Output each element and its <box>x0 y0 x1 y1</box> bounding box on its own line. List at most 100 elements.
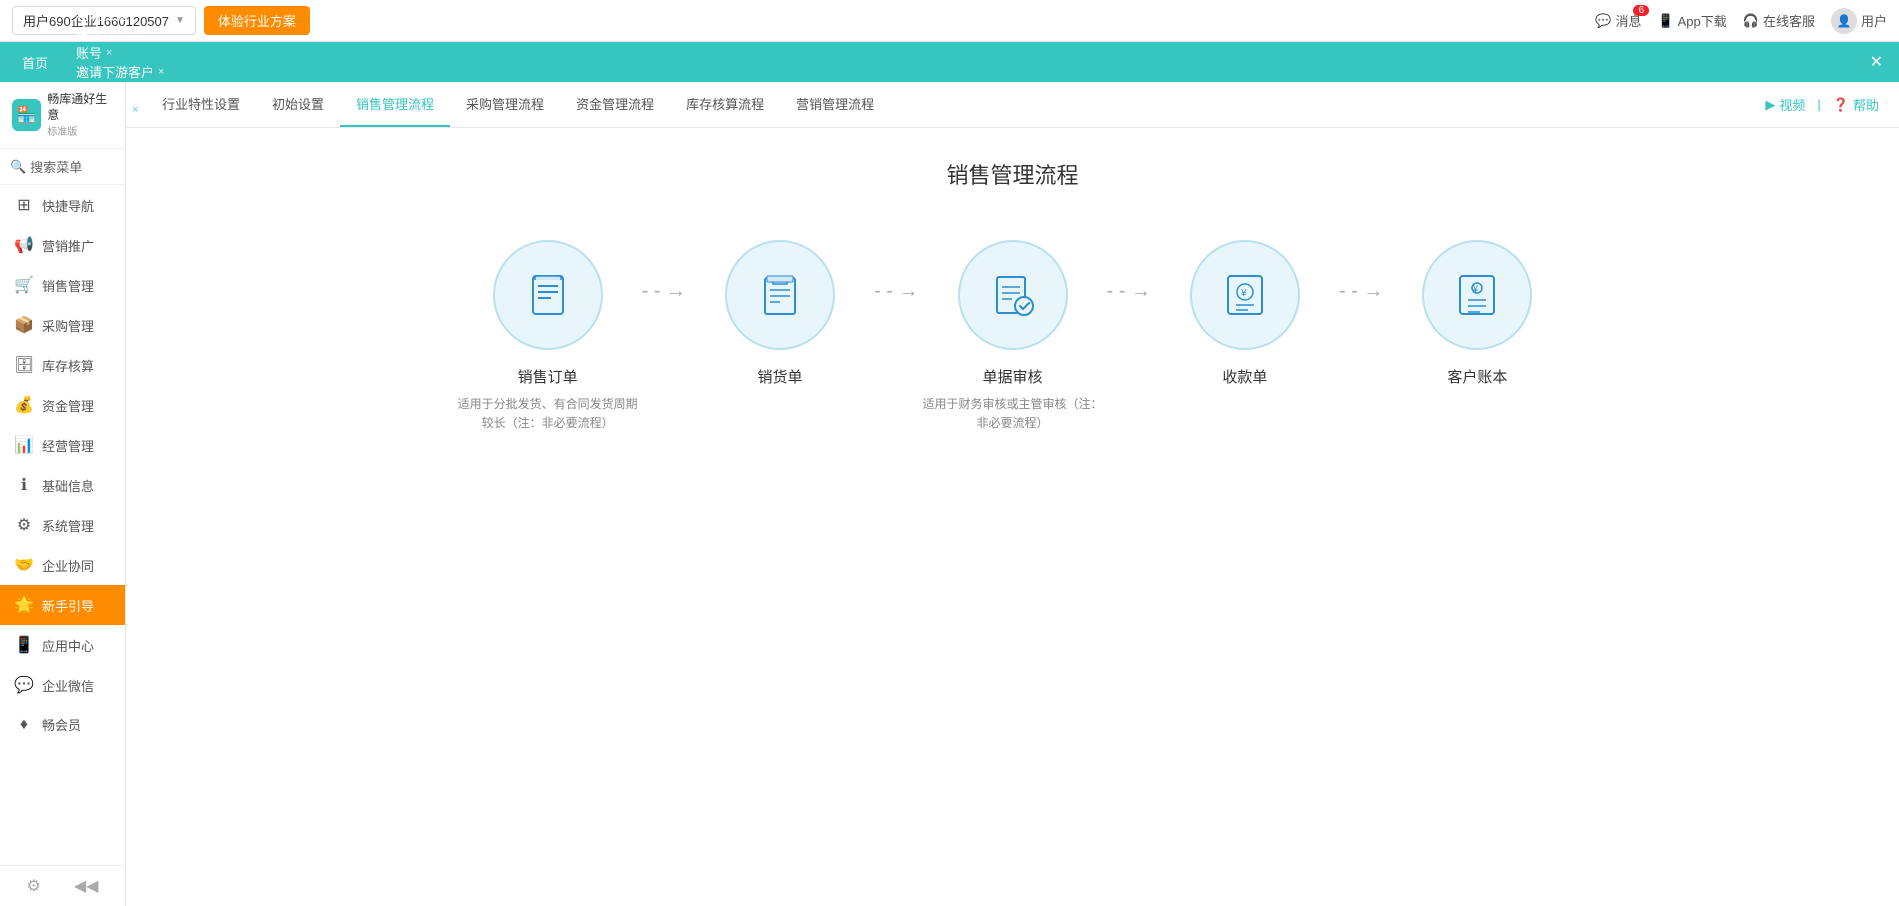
flow-circle-sales-order[interactable] <box>493 240 603 350</box>
flow-label-sales-order: 销售订单 <box>518 366 578 387</box>
nav-tab-物流快递[interactable]: 物流快递 × <box>62 5 178 24</box>
service-icon: 🎧 <box>1743 13 1759 29</box>
video-help-button[interactable]: ▶ 视频 <box>1765 95 1805 114</box>
logo-area: 🏪 畅库通好生意 标准版 <box>0 82 125 149</box>
logo-icon: 🏪 <box>12 99 41 131</box>
sidebar-items-container: ⊞ 快捷导航 📢 营销推广 🛒 销售管理 📦 采购管理 🗄 库存核算 💰 资金管… <box>0 185 125 744</box>
app-center-icon: 📱 <box>14 635 34 655</box>
app-download-button[interactable]: 📱 App下载 <box>1657 11 1726 30</box>
flow-item-doc-review: 单据审核适用于财务审核或主管审核（注：非必要流程） <box>923 240 1103 433</box>
sidebar: 🏪 畅库通好生意 标准版 🔍 搜索菜单 ⊞ 快捷导航 📢 营销推广 🛒 销售管理… <box>0 82 126 906</box>
vip-icon: ♦ <box>14 716 34 734</box>
close-tab-icon[interactable]: × <box>132 104 138 116</box>
flow-circle-doc-review[interactable] <box>958 240 1068 350</box>
sub-tab-初始设置[interactable]: 初始设置 <box>256 82 340 127</box>
settings-footer-icon[interactable]: ⚙ <box>27 876 41 896</box>
sidebar-item-basic-info[interactable]: ℹ 基础信息 <box>0 465 125 505</box>
sidebar-item-sales-mgmt[interactable]: 🛒 销售管理 <box>0 265 125 305</box>
nav-tab-home[interactable]: 首页 <box>8 42 62 82</box>
sub-tab-营销管理流程[interactable]: 营销管理流程 <box>780 82 890 127</box>
message-button[interactable]: 💬 6 消息 <box>1595 11 1641 30</box>
nav-tab-邀请下游客户[interactable]: 邀请下游客户 × <box>62 62 178 81</box>
video-icon: ▶ <box>1765 97 1775 113</box>
nav-home-label: 首页 <box>22 53 48 72</box>
sidebar-label-inventory: 库存核算 <box>42 356 94 375</box>
help-button[interactable]: ❓ 帮助 <box>1833 95 1879 114</box>
sidebar-label-system-mgmt: 系统管理 <box>42 516 94 535</box>
flow-label-receipt: 收款单 <box>1222 366 1267 387</box>
message-icon: 💬 <box>1595 13 1611 29</box>
sidebar-item-corp-coop[interactable]: 🤝 企业协同 <box>0 545 125 585</box>
online-service-button[interactable]: 🎧 在线客服 <box>1743 11 1815 30</box>
flow-circle-receipt[interactable]: ¥ <box>1190 240 1300 350</box>
flow-circle-sales-invoice[interactable] <box>725 240 835 350</box>
help-label: 帮助 <box>1853 95 1879 114</box>
close-tab-icon[interactable]: × <box>132 9 138 21</box>
sub-tab-资金管理流程[interactable]: 资金管理流程 <box>560 82 670 127</box>
sidebar-item-purchase-mgmt[interactable]: 📦 采购管理 <box>0 305 125 345</box>
close-tab-icon[interactable]: × <box>132 85 138 97</box>
marketing-promo-icon: 📢 <box>14 235 34 255</box>
top-bar-right: 💬 6 消息 📱 App下载 🎧 在线客服 👤 用户 <box>1595 8 1887 34</box>
sub-tab-销售管理流程[interactable]: 销售管理流程 <box>340 82 450 127</box>
logo-subtitle: 标准版 <box>47 123 113 138</box>
purchase-mgmt-icon: 📦 <box>14 315 34 335</box>
flow-label-doc-review: 单据审核 <box>982 366 1042 387</box>
flow-desc-sales-order: 适用于分批发货、有合同发货周期较长（注：非必要流程） <box>458 395 638 433</box>
flow-arrow-1: - - → <box>638 240 690 303</box>
sidebar-item-finance-mgmt[interactable]: 💰 资金管理 <box>0 385 125 425</box>
close-tab-icon[interactable]: × <box>106 47 112 59</box>
quick-nav-icon: ⊞ <box>14 195 34 215</box>
top-bar: 用户690企业1660120507 ▼ 体验行业方案 💬 6 消息 📱 App下… <box>0 0 1899 42</box>
flow-item-sales-invoice: 销货单 <box>690 240 870 395</box>
close-tab-icon[interactable]: × <box>158 66 164 78</box>
app-icon: 📱 <box>1657 13 1673 29</box>
corp-wechat-icon: 💬 <box>14 675 34 695</box>
inventory-icon: 🗄 <box>14 355 34 375</box>
search-label: 搜索菜单 <box>30 157 82 176</box>
sidebar-label-marketing-promo: 营销推广 <box>42 236 94 255</box>
finance-mgmt-icon: 💰 <box>14 395 34 415</box>
sidebar-item-app-center[interactable]: 📱 应用中心 <box>0 625 125 665</box>
sub-tab-采购管理流程[interactable]: 采购管理流程 <box>450 82 560 127</box>
flow-circle-customer-ledger[interactable]: ¥ <box>1422 240 1532 350</box>
user-avatar-button[interactable]: 👤 用户 <box>1831 8 1887 34</box>
svg-text:¥: ¥ <box>1472 284 1479 294</box>
flow-arrow-2: - - → <box>870 240 922 303</box>
collapse-sidebar-button[interactable]: ◀◀ <box>74 876 99 896</box>
sidebar-item-inventory[interactable]: 🗄 库存核算 <box>0 345 125 385</box>
online-service-label: 在线客服 <box>1763 11 1815 30</box>
avatar: 👤 <box>1831 8 1857 34</box>
trial-button[interactable]: 体验行业方案 <box>204 6 310 35</box>
sub-tab-库存核算流程[interactable]: 库存核算流程 <box>670 82 780 127</box>
close-tab-icon[interactable]: × <box>132 28 138 40</box>
system-mgmt-icon: ⚙ <box>14 515 34 535</box>
sidebar-item-corp-wechat[interactable]: 💬 企业微信 <box>0 665 125 705</box>
nav-tabs: 首页 物流快递 ×在线支付 ×账号 ×邀请下游客户 ×往来期初 ×初始设置 × … <box>0 42 1899 82</box>
sidebar-item-system-mgmt[interactable]: ⚙ 系统管理 <box>0 505 125 545</box>
divider: | <box>1817 97 1820 112</box>
nav-tab-账号[interactable]: 账号 × <box>62 43 178 62</box>
sidebar-label-corp-wechat: 企业微信 <box>42 676 94 695</box>
flow-arrow-4: - - → <box>1335 240 1387 303</box>
page-title: 销售管理流程 <box>166 158 1859 190</box>
sub-tabs-left: 行业特性设置初始设置销售管理流程采购管理流程资金管理流程库存核算流程营销管理流程 <box>146 82 890 127</box>
sidebar-label-purchase-mgmt: 采购管理 <box>42 316 94 335</box>
sidebar-item-quick-nav[interactable]: ⊞ 快捷导航 <box>0 185 125 225</box>
sidebar-search[interactable]: 🔍 搜索菜单 <box>0 149 125 185</box>
user-name-label: 用户 <box>1861 11 1887 30</box>
sidebar-item-new-guide[interactable]: 🌟 新手引导 <box>0 585 125 625</box>
sidebar-label-new-guide: 新手引导 <box>42 596 94 615</box>
flow-label-sales-invoice: 销货单 <box>758 366 803 387</box>
sidebar-item-marketing-promo[interactable]: 📢 营销推广 <box>0 225 125 265</box>
sidebar-item-business-mgmt[interactable]: 📊 经营管理 <box>0 425 125 465</box>
sub-tabs: 行业特性设置初始设置销售管理流程采购管理流程资金管理流程库存核算流程营销管理流程… <box>126 82 1899 128</box>
sidebar-label-app-center: 应用中心 <box>42 636 94 655</box>
sidebar-item-vip[interactable]: ♦ 畅会员 <box>0 705 125 744</box>
flow-item-customer-ledger: ¥ 客户账本 <box>1387 240 1567 395</box>
message-badge: 6 <box>1633 5 1649 16</box>
sub-tab-行业特性设置[interactable]: 行业特性设置 <box>146 82 256 127</box>
nav-tab-在线支付[interactable]: 在线支付 × <box>62 24 178 43</box>
close-all-tabs-button[interactable]: ✕ <box>1862 52 1891 72</box>
logo-text-block: 畅库通好生意 标准版 <box>47 92 113 138</box>
